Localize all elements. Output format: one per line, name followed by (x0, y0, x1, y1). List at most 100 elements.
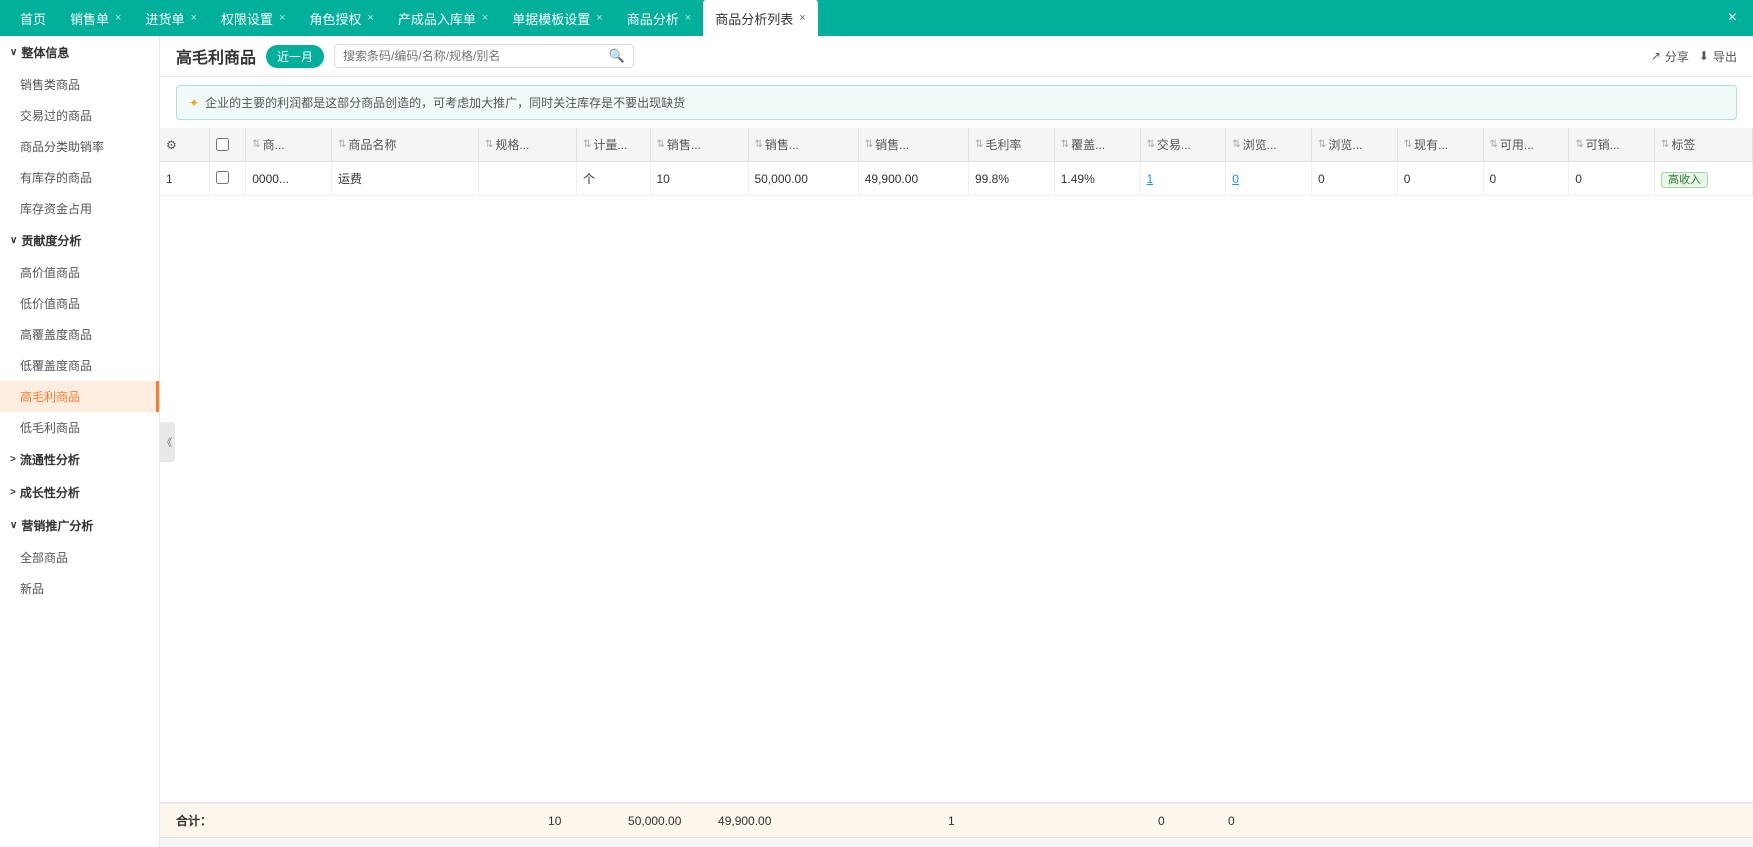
search-icon[interactable]: 🔍 (609, 48, 625, 64)
col-header-16[interactable]: ⇅可销... (1569, 128, 1655, 162)
search-input[interactable] (343, 49, 609, 63)
col-header-11[interactable]: ⇅交易... (1140, 128, 1226, 162)
col-header-6[interactable]: ⇅销售... (650, 128, 748, 162)
col-header-15[interactable]: ⇅可用... (1483, 128, 1569, 162)
col-header-17[interactable]: ⇅标签 (1655, 128, 1753, 162)
sidebar-item-低毛利商品[interactable]: 低毛利商品 (0, 412, 159, 443)
sidebar-item-库存资金占用[interactable]: 库存资金占用 (0, 193, 159, 224)
close-window-button[interactable]: × (1720, 9, 1745, 27)
sort-icon-2: ⇅ (252, 139, 260, 150)
coverage-cell: 1.49% (1054, 162, 1140, 196)
content-area: 《 高毛利商品 近一月 🔍 ↗ 分享 ⬇ 导出 ✦ (160, 36, 1753, 847)
sort-icon-12: ⇅ (1232, 139, 1240, 150)
nav-item-销售单[interactable]: 销售单× (58, 0, 133, 36)
sidebar-item-交易过的商品[interactable]: 交易过的商品 (0, 100, 159, 131)
col-header-4[interactable]: ⇅规格... (479, 128, 577, 162)
stock1-cell: 0 (1397, 162, 1483, 196)
col-header-7[interactable]: ⇅销售... (748, 128, 858, 162)
nav-close-icon[interactable]: × (799, 12, 805, 24)
sidebar-item-高覆盖度商品[interactable]: 高覆盖度商品 (0, 319, 159, 350)
nav-item-产成品入库单[interactable]: 产成品入库单× (386, 0, 500, 36)
bottom-scrollbar[interactable] (160, 837, 1753, 847)
col-header-0[interactable]: ⚙ (160, 128, 209, 162)
footer-browse2 (1082, 814, 1152, 828)
col-header-13[interactable]: ⇅浏览... (1312, 128, 1398, 162)
tag-cell[interactable]: 高收入 (1655, 162, 1753, 196)
sidebar-item-低价值商品[interactable]: 低价值商品 (0, 288, 159, 319)
filter-recent-month[interactable]: 近一月 (266, 45, 324, 68)
checkbox-cell[interactable] (209, 162, 246, 196)
col-header-5[interactable]: ⇅计量... (577, 128, 651, 162)
footer-stock2: 0 (1222, 814, 1292, 828)
sidebar-group-营销推广分析[interactable]: ∨营销推广分析 (0, 509, 159, 542)
nav-close-icon[interactable]: × (279, 12, 285, 24)
stock3-cell: 0 (1569, 162, 1655, 196)
select-all-checkbox[interactable] (216, 138, 229, 151)
sidebar-group-贡献度分析[interactable]: ∨贡献度分析 (0, 224, 159, 257)
col-header-14[interactable]: ⇅现有... (1397, 128, 1483, 162)
tip-bar: ✦ 企业的主要的利润都是这部分商品创造的，可考虑加大推广，同时关注库存是不要出现… (176, 85, 1737, 120)
sort-icon-16: ⇅ (1575, 139, 1583, 150)
export-button[interactable]: ⬇ 导出 (1699, 48, 1737, 65)
top-navigation: 首页销售单×进货单×权限设置×角色授权×产成品入库单×单据模板设置×商品分析×商… (0, 0, 1753, 36)
sidebar-item-高价值商品[interactable]: 高价值商品 (0, 257, 159, 288)
footer-sales3: 49,900.00 (712, 814, 802, 828)
nav-close-icon[interactable]: × (367, 12, 373, 24)
nav-item-单据模板设置[interactable]: 单据模板设置× (500, 0, 614, 36)
table-row: 10000...运费个1050,000.0049,900.0099.8%1.49… (160, 162, 1753, 196)
nav-close-icon[interactable]: × (190, 12, 196, 24)
nav-close-icon[interactable]: × (482, 12, 488, 24)
sort-icon-5: ⇅ (583, 139, 591, 150)
link-cell[interactable]: 1 (1147, 172, 1154, 186)
share-button[interactable]: ↗ 分享 (1651, 48, 1689, 65)
col-header-12[interactable]: ⇅浏览... (1226, 128, 1312, 162)
col-header-1[interactable] (209, 128, 246, 162)
footer-label: 合计： (176, 812, 212, 829)
sidebar-item-商品分类助销率[interactable]: 商品分类助销率 (0, 131, 159, 162)
share-icon: ↗ (1651, 49, 1661, 63)
col-header-2[interactable]: ⇅商... (246, 128, 332, 162)
group-arrow-icon: ∨ (10, 235, 17, 246)
sidebar-item-销售类商品[interactable]: 销售类商品 (0, 69, 159, 100)
name-cell: 运费 (332, 162, 479, 196)
sidebar-item-有库存的商品[interactable]: 有库存的商品 (0, 162, 159, 193)
footer-coverage (872, 814, 942, 828)
nav-item-角色授权[interactable]: 角色授权× (297, 0, 385, 36)
link-cell[interactable]: 0 (1232, 172, 1239, 186)
settings-icon[interactable]: ⚙ (166, 138, 177, 152)
browse1-cell[interactable]: 0 (1226, 162, 1312, 196)
header-actions: ↗ 分享 ⬇ 导出 (1651, 48, 1737, 65)
sidebar-collapse-button[interactable]: 《 (160, 422, 175, 462)
sidebar-item-新品[interactable]: 新品 (0, 573, 159, 604)
nav-item-商品分析列表[interactable]: 商品分析列表× (703, 0, 817, 36)
col-header-10[interactable]: ⇅覆盖... (1054, 128, 1140, 162)
sort-icon-6: ⇅ (657, 139, 665, 150)
nav-close-icon[interactable]: × (685, 12, 691, 24)
group-arrow-icon: ∨ (10, 47, 17, 58)
nav-item-进货单[interactable]: 进货单× (133, 0, 208, 36)
trade-cell[interactable]: 1 (1140, 162, 1226, 196)
page-title: 高毛利商品 (176, 44, 256, 68)
footer-browse1 (1012, 814, 1082, 828)
nav-item-首页[interactable]: 首页 (8, 0, 58, 36)
nav-close-icon[interactable]: × (596, 12, 602, 24)
sidebar-group-成长性分析[interactable]: >成长性分析 (0, 476, 159, 509)
sidebar-group-整体信息[interactable]: ∨整体信息 (0, 36, 159, 69)
row-checkbox[interactable] (216, 171, 229, 184)
tip-icon: ✦ (189, 96, 199, 110)
col-header-9[interactable]: ⇅毛利率 (969, 128, 1055, 162)
sidebar-group-流通性分析[interactable]: >流通性分析 (0, 443, 159, 476)
sort-icon-8: ⇅ (865, 139, 873, 150)
content-header: 高毛利商品 近一月 🔍 ↗ 分享 ⬇ 导出 (160, 36, 1753, 77)
sidebar-item-低覆盖度商品[interactable]: 低覆盖度商品 (0, 350, 159, 381)
unit-cell: 个 (577, 162, 651, 196)
footer-spacer (212, 814, 542, 828)
sidebar-item-高毛利商品[interactable]: 高毛利商品 (0, 381, 159, 412)
sidebar-item-全部商品[interactable]: 全部商品 (0, 542, 159, 573)
nav-item-商品分析[interactable]: 商品分析× (615, 0, 703, 36)
footer-sales2: 50,000.00 (622, 814, 712, 828)
nav-close-icon[interactable]: × (115, 12, 121, 24)
col-header-3[interactable]: ⇅商品名称 (332, 128, 479, 162)
nav-item-权限设置[interactable]: 权限设置× (209, 0, 297, 36)
col-header-8[interactable]: ⇅销售... (858, 128, 968, 162)
